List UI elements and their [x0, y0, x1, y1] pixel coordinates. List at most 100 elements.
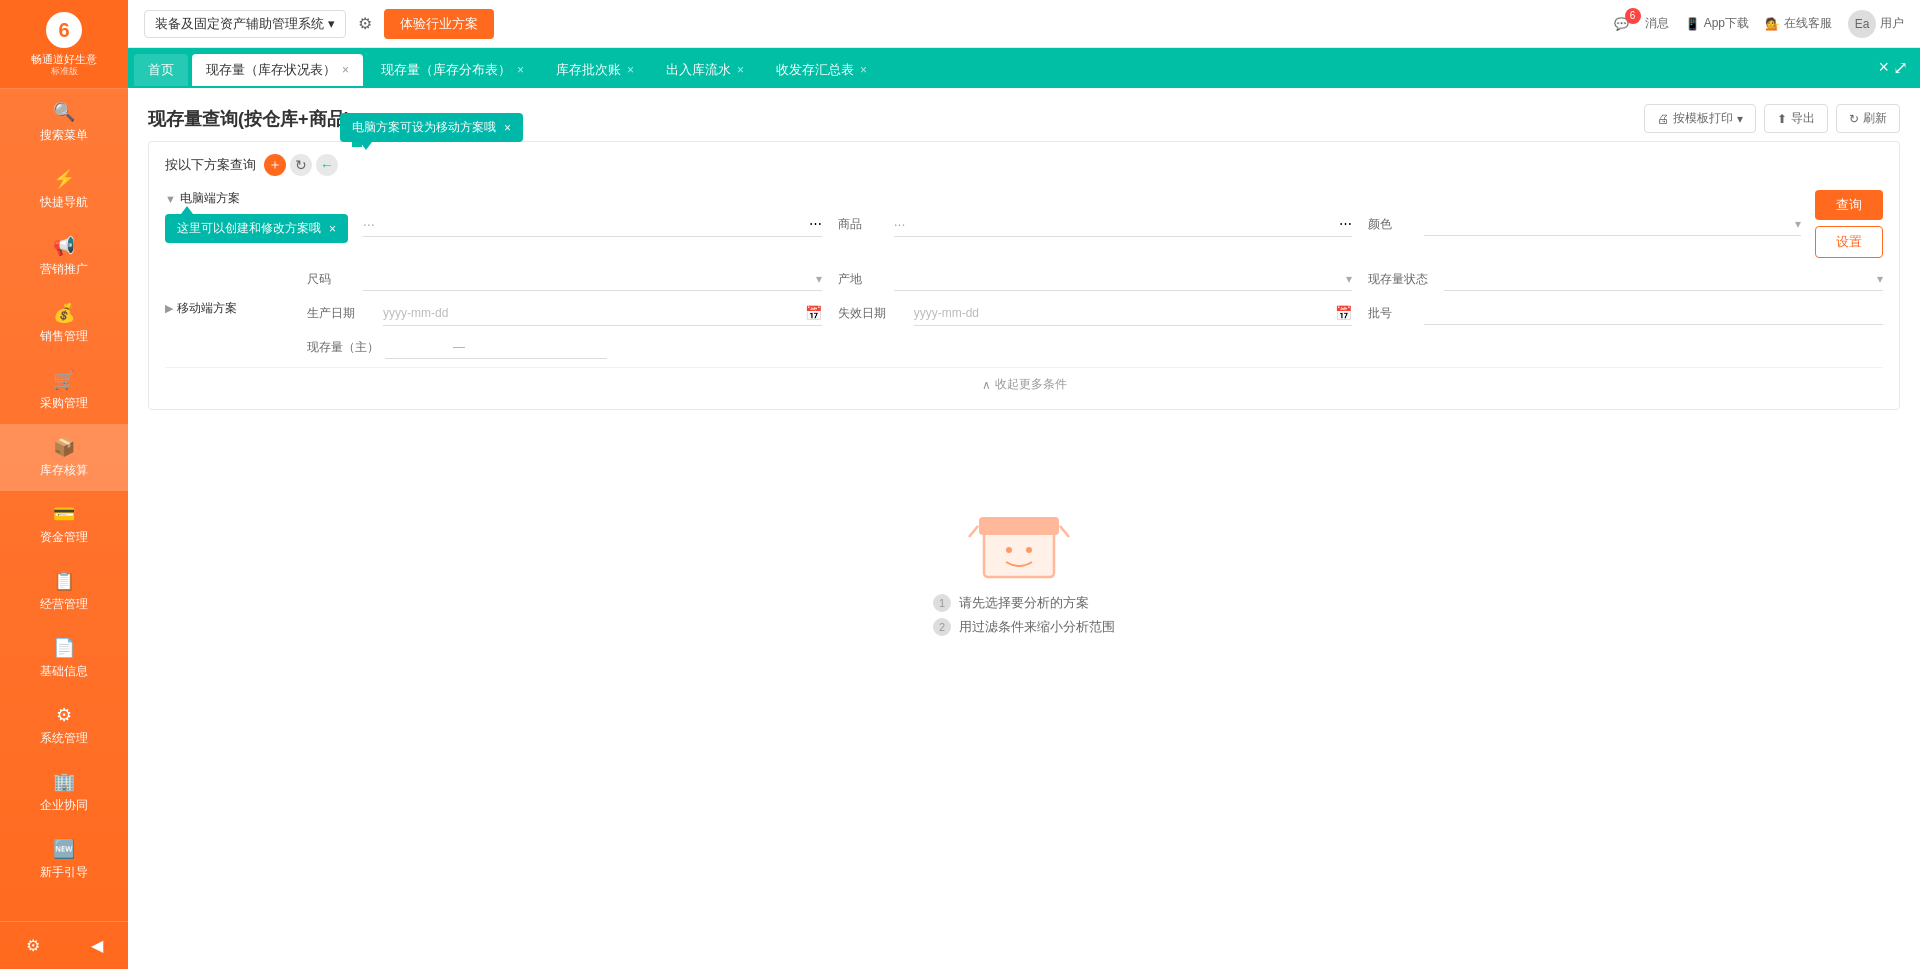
- tab-maximize-btn[interactable]: ⤢: [1893, 57, 1908, 79]
- service-icon: 💁: [1765, 17, 1780, 31]
- back-scheme-btn[interactable]: ←: [316, 154, 338, 176]
- header-left: 装备及固定资产辅助管理系统 ▾ ⚙ 体验行业方案: [144, 9, 494, 39]
- inventory-main-label: 现存量（主）: [307, 339, 379, 356]
- dropdown-arrow-icon: ▾: [328, 16, 335, 31]
- origin-select[interactable]: ▾: [894, 268, 1353, 291]
- warehouse-field: 仓库 ··· ⋯: [307, 190, 822, 258]
- sidebar-item-finance[interactable]: 💳 资金管理: [0, 491, 128, 558]
- sales-icon: 💰: [53, 302, 75, 324]
- tab-in-out-flow[interactable]: 出入库流水 ×: [652, 54, 758, 86]
- experience-button[interactable]: 体验行业方案: [384, 9, 494, 39]
- tab-receipt-summary[interactable]: 收发存汇总表 ×: [762, 54, 881, 86]
- sidebar-item-basic-info[interactable]: 📄 基础信息: [0, 625, 128, 692]
- tab-close-all-btn[interactable]: ×: [1878, 57, 1889, 79]
- goods-menu-icon: ⋯: [1339, 216, 1352, 231]
- form-row-1: 仓库 ··· ⋯ 商品 ··· ⋯: [307, 190, 1883, 258]
- inventory-status-field: 现存量状态 ▾: [1368, 268, 1883, 291]
- inventory-main-from[interactable]: [385, 340, 445, 354]
- goods-field: 商品 ··· ⋯: [838, 190, 1353, 258]
- sidebar-item-sales[interactable]: 💰 销售管理: [0, 290, 128, 357]
- expand-desktop-icon[interactable]: ▼: [165, 193, 176, 205]
- size-arrow-icon: ▾: [816, 272, 822, 286]
- inventory-icon: 📦: [53, 436, 75, 458]
- goods-label: 商品: [838, 216, 888, 233]
- form-row-4: 现存量（主） —: [307, 336, 607, 359]
- print-button[interactable]: 🖨 按模板打印 ▾: [1644, 104, 1756, 133]
- page-content: 现存量查询(按仓库+商品) 🖨 按模板打印 ▾ ⬆ 导出 ↻ 刷新: [128, 88, 1920, 969]
- sidebar-item-search[interactable]: 🔍 搜索菜单: [0, 89, 128, 156]
- size-select[interactable]: ▾: [363, 268, 822, 291]
- tab-inventory-status[interactable]: 现存量（库存状况表） ×: [192, 54, 363, 86]
- notification-group[interactable]: 💬 6 消息: [1614, 15, 1669, 32]
- collapse-up-icon: ∧: [982, 378, 991, 392]
- sidebar-item-system[interactable]: ⚙ 系统管理: [0, 692, 128, 759]
- tooltip-scheme-mobile: 电脑方案可设为移动方案哦 ×: [340, 113, 523, 142]
- inventory-status-select[interactable]: ▾: [1444, 268, 1883, 291]
- collapse-btn[interactable]: ∧ 收起更多条件: [982, 376, 1067, 393]
- sidebar-item-inventory[interactable]: 📦 库存核算: [0, 424, 128, 491]
- form-row-3: 生产日期 yyyy-mm-dd 📅 失效日期 yyyy-mm-dd 📅: [307, 301, 1883, 326]
- warehouse-select[interactable]: ··· ⋯: [363, 212, 822, 237]
- dropdown-icon: ▾: [1737, 112, 1743, 126]
- expiry-date-input[interactable]: yyyy-mm-dd 📅: [914, 301, 1353, 326]
- purchase-icon: 🛒: [53, 369, 75, 391]
- tab-bar-controls: × ⤢: [1878, 57, 1916, 79]
- reset-button[interactable]: 设置: [1815, 226, 1883, 258]
- avatar: Ea: [1848, 10, 1876, 38]
- collapse-area: ∧ 收起更多条件: [165, 367, 1883, 401]
- inventory-status-arrow-icon: ▾: [1877, 272, 1883, 286]
- step-1-num: 1: [933, 594, 951, 612]
- expand-mobile-icon[interactable]: ▶: [165, 302, 173, 315]
- sidebar-item-quick-nav[interactable]: ⚡ 快捷导航: [0, 156, 128, 223]
- empty-box-svg: [964, 482, 1084, 582]
- production-date-field: 生产日期 yyyy-mm-dd 📅: [307, 301, 822, 326]
- batch-no-input[interactable]: [1424, 302, 1883, 325]
- system-selector[interactable]: 装备及固定资产辅助管理系统 ▾: [144, 10, 346, 38]
- online-service-group[interactable]: 💁 在线客服: [1765, 15, 1832, 32]
- sidebar-item-enterprise[interactable]: 🏢 企业协同: [0, 759, 128, 826]
- tab-home[interactable]: 首页: [134, 54, 188, 86]
- search-button[interactable]: 查询: [1815, 190, 1883, 220]
- production-date-input[interactable]: yyyy-mm-dd 📅: [383, 301, 822, 326]
- phone-icon: 📱: [1685, 17, 1700, 31]
- search-header: 按以下方案查询 ＋ ↻ ← 电脑方案可设为移动方案哦 ×: [165, 154, 1883, 176]
- header-right: 💬 6 消息 📱 App下载 💁 在线客服 Ea 用户: [1614, 10, 1904, 38]
- sidebar-item-guide[interactable]: 🆕 新手引导: [0, 826, 128, 893]
- tab-close-icon[interactable]: ×: [627, 63, 634, 77]
- sidebar-item-purchase[interactable]: 🛒 采购管理: [0, 357, 128, 424]
- user-group[interactable]: Ea 用户: [1848, 10, 1904, 38]
- tab-inventory-dist[interactable]: 现存量（库存分布表） ×: [367, 54, 538, 86]
- tab-close-icon[interactable]: ×: [860, 63, 867, 77]
- refresh-scheme-btn[interactable]: ↻: [290, 154, 312, 176]
- svg-point-3: [1026, 547, 1032, 553]
- expiry-date-label: 失效日期: [838, 305, 908, 322]
- tab-close-icon[interactable]: ×: [342, 63, 349, 77]
- size-field: 尺码 ▾: [307, 268, 822, 291]
- inventory-main-input-group: —: [385, 336, 607, 359]
- svg-point-2: [1006, 547, 1012, 553]
- collapse-sidebar-btn[interactable]: ◀: [87, 932, 107, 959]
- settings-bottom-btn[interactable]: ⚙: [22, 932, 44, 959]
- refresh-button[interactable]: ↻ 刷新: [1836, 104, 1900, 133]
- goods-select[interactable]: ··· ⋯: [894, 212, 1353, 237]
- app-download-group[interactable]: 📱 App下载: [1685, 15, 1749, 32]
- color-select[interactable]: ▾: [1424, 213, 1801, 236]
- export-button[interactable]: ⬆ 导出: [1764, 104, 1828, 133]
- page-title: 现存量查询(按仓库+商品): [148, 107, 351, 131]
- sidebar-item-marketing[interactable]: 📢 营销推广: [0, 223, 128, 290]
- production-calendar-icon[interactable]: 📅: [805, 305, 822, 321]
- tooltip-1-close-icon[interactable]: ×: [504, 121, 511, 135]
- add-scheme-btn[interactable]: ＋: [264, 154, 286, 176]
- tab-batch-account[interactable]: 库存批次账 ×: [542, 54, 648, 86]
- expiry-calendar-icon[interactable]: 📅: [1335, 305, 1352, 321]
- tab-close-icon[interactable]: ×: [737, 63, 744, 77]
- tooltip-2-close-icon[interactable]: ×: [329, 222, 336, 236]
- empty-steps: 1 请先选择要分析的方案 2 用过滤条件来缩小分析范围: [933, 594, 1115, 636]
- header-settings-icon[interactable]: ⚙: [354, 10, 376, 37]
- finance-icon: 💳: [53, 503, 75, 525]
- query-buttons: 查询 设置: [1815, 190, 1883, 258]
- tab-close-icon[interactable]: ×: [517, 63, 524, 77]
- sidebar-item-operations[interactable]: 📋 经营管理: [0, 558, 128, 625]
- marketing-icon: 📢: [53, 235, 75, 257]
- empty-step-2: 2 用过滤条件来缩小分析范围: [933, 618, 1115, 636]
